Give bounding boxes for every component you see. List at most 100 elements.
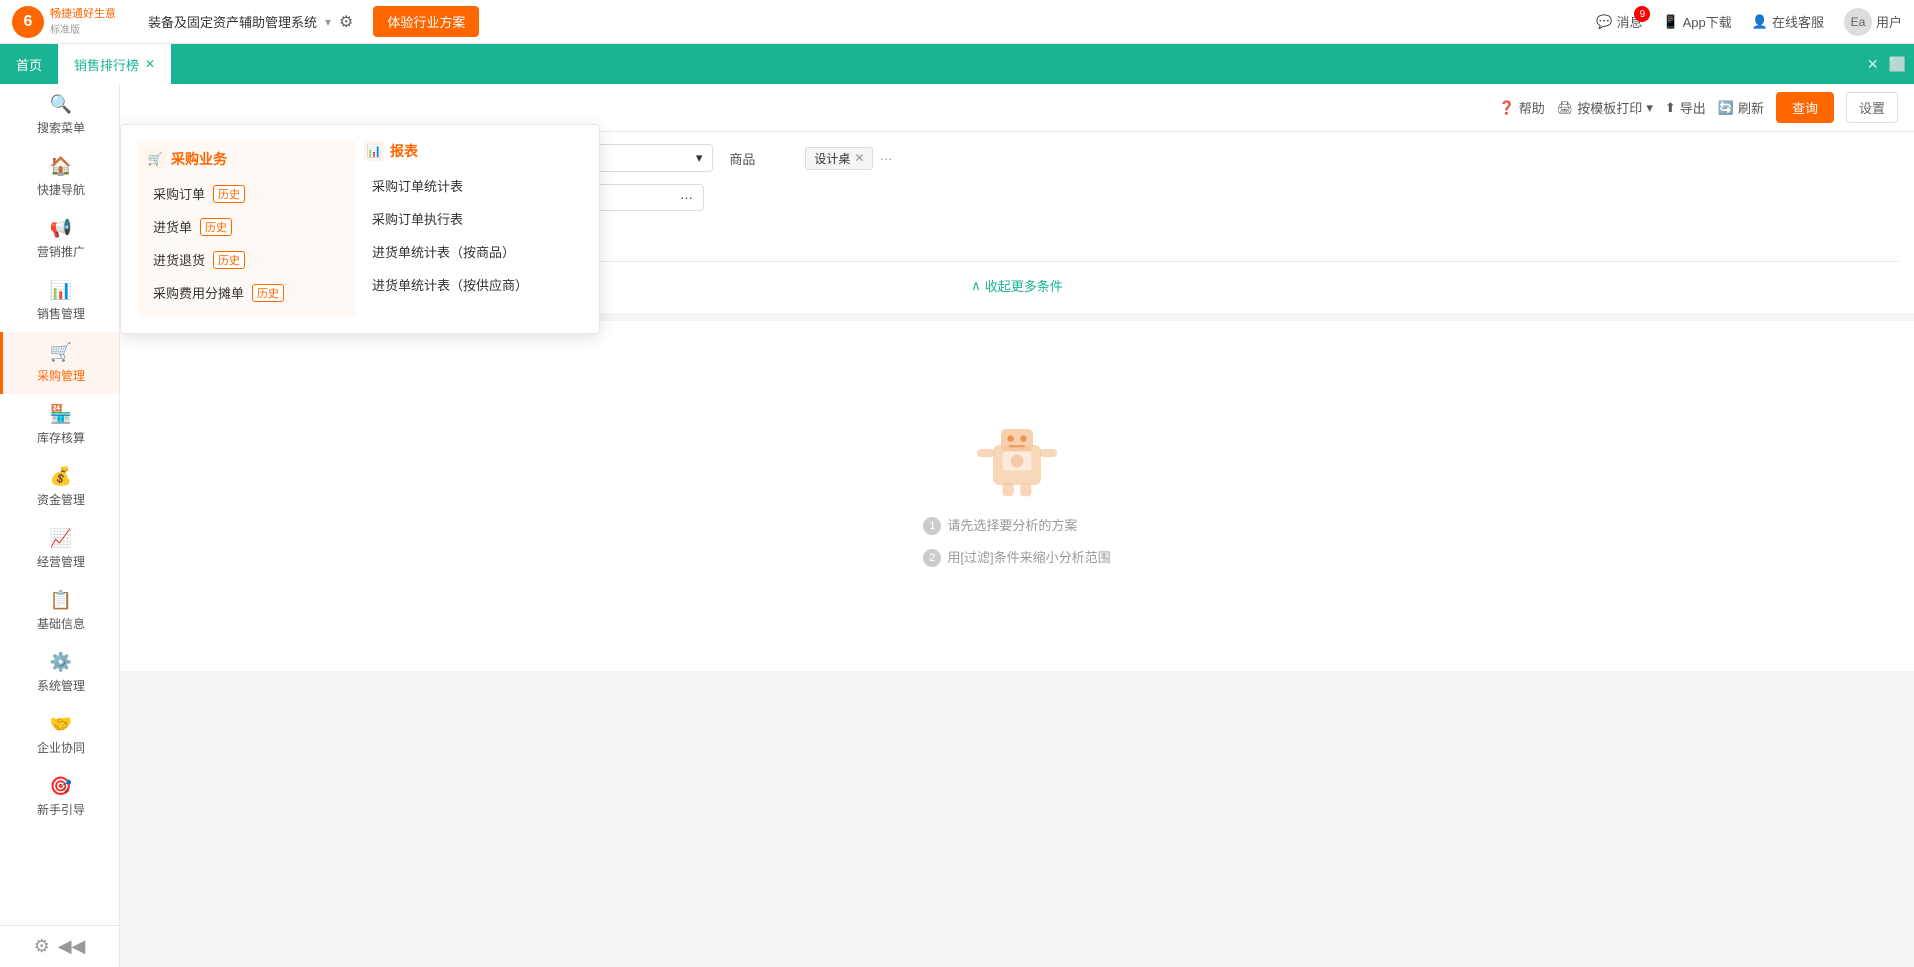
export-label: 导出	[1680, 98, 1706, 117]
help-label: 帮助	[1519, 98, 1545, 117]
notification-item[interactable]: 💬 消息 9	[1596, 12, 1642, 31]
tab-home-label: 首页	[16, 55, 42, 74]
menu-inbound-supplier-report-label: 进货单统计表（按供应商）	[372, 275, 528, 294]
sidebar-item-finance[interactable]: 💰 资金管理	[0, 456, 119, 518]
menu-item-inbound-supplier-report[interactable]: 进货单统计表（按供应商）	[364, 268, 583, 301]
sidebar-finance-label: 资金管理	[37, 491, 85, 508]
refresh-button[interactable]: 🔄 刷新	[1718, 98, 1764, 117]
sidebar-item-purchase[interactable]: 🛒 采购管理	[0, 332, 119, 394]
logo-text-area: 畅捷通好生意 标准版	[50, 7, 116, 36]
settings-button[interactable]: 设置	[1846, 92, 1898, 123]
product-filter-more[interactable]: ···	[879, 151, 892, 166]
sidebar-item-collab[interactable]: 🤝 企业协同	[0, 704, 119, 766]
sidebar-item-system[interactable]: ⚙️ 系统管理	[0, 642, 119, 704]
salesperson-filter-arrow: ···	[680, 190, 693, 205]
product-tag-value: 设计桌	[814, 150, 850, 167]
sidebar-item-search[interactable]: 🔍 搜索菜单	[0, 84, 119, 146]
menu-item-inbound[interactable]: 进货单 历史	[145, 210, 348, 243]
online-service-item[interactable]: 👤 在线客服	[1752, 12, 1824, 31]
sidebar-item-marketing[interactable]: 📢 营销推广	[0, 208, 119, 270]
purchase-section-label: 采购业务	[171, 149, 227, 169]
tab-sales-rank[interactable]: 销售排行榜 ✕	[58, 44, 171, 84]
export-button[interactable]: ⬆ 导出	[1665, 98, 1706, 117]
menu-item-purchase-order[interactable]: 采购订单 历史	[145, 177, 348, 210]
menu-item-purchase-cost[interactable]: 采购费用分摊单 历史	[145, 276, 348, 309]
tab-bar: 首页 销售排行榜 ✕ ✕ ⬜	[0, 44, 1914, 84]
system-settings-icon[interactable]: ⚙	[339, 12, 353, 32]
menu-purchase-order-history: 历史	[213, 185, 245, 203]
sidebar-item-sales[interactable]: 📊 销售管理	[0, 270, 119, 332]
export-icon: ⬆	[1665, 100, 1676, 116]
menu-item-purchase-order-exec[interactable]: 采购订单执行表	[364, 202, 583, 235]
sidebar-guide-label: 新手引导	[37, 801, 85, 818]
product-filter-tag: 设计桌 ✕	[805, 147, 873, 170]
collapse-up-icon: ∧	[971, 278, 981, 294]
sidebar-collapse-icon[interactable]: ◀◀	[58, 936, 86, 957]
logo-area: 6 畅捷通好生意 标准版	[12, 6, 132, 38]
basic-icon: 📋	[50, 590, 72, 611]
home-icon: 🏠	[50, 156, 72, 177]
sidebar-collab-label: 企业协同	[37, 739, 85, 756]
report-section: 📊 报表 采购订单统计表 采购订单执行表 进货单统计表（按商品） 进货单统计表（…	[364, 141, 583, 317]
refresh-label: 刷新	[1738, 98, 1764, 117]
report-section-label: 报表	[390, 141, 418, 161]
sidebar-item-operations[interactable]: 📈 经营管理	[0, 518, 119, 580]
collapse-text: 收起更多条件	[985, 276, 1063, 295]
sidebar-nav-label: 快捷导航	[37, 181, 85, 198]
query-button[interactable]: 查询	[1776, 92, 1834, 123]
user-item[interactable]: Ea 用户	[1844, 8, 1902, 36]
service-icon: 👤	[1752, 14, 1768, 30]
empty-illustration	[967, 421, 1067, 501]
menu-item-inbound-product-report[interactable]: 进货单统计表（按商品）	[364, 235, 583, 268]
app-download-item[interactable]: 📱 App下载	[1662, 12, 1731, 31]
sidebar-item-nav[interactable]: 🏠 快捷导航	[0, 146, 119, 208]
tab-sales-rank-close[interactable]: ✕	[145, 57, 155, 71]
print-dropdown-icon[interactable]: ▾	[1646, 100, 1653, 116]
empty-hint-1: 1 请先选择要分析的方案 2 用[过滤]条件来缩小分析范围	[923, 513, 1110, 571]
marketing-icon: 📢	[50, 218, 72, 239]
system-title-area: 装备及固定资产辅助管理系统 ▾ ⚙ 体验行业方案	[148, 6, 1596, 37]
notification-icon: 💬	[1596, 14, 1612, 30]
sidebar-item-inventory[interactable]: 🏪 库存核算	[0, 394, 119, 456]
logo-title: 畅捷通好生意	[50, 7, 116, 21]
system-title: 装备及固定资产辅助管理系统	[148, 12, 317, 31]
user-avatar: Ea	[1844, 8, 1872, 36]
menu-purchase-order-report-label: 采购订单统计表	[372, 176, 463, 195]
sidebar-settings-icon[interactable]: ⚙	[34, 936, 50, 957]
tab-home[interactable]: 首页	[0, 44, 58, 84]
report-section-icon: 📊	[364, 141, 384, 161]
system-icon: ⚙️	[50, 652, 72, 673]
online-service-label: 在线客服	[1772, 12, 1824, 31]
app-icon: 📱	[1662, 14, 1678, 30]
logo-icon: 6	[12, 6, 44, 38]
sidebar-marketing-label: 营销推广	[37, 243, 85, 260]
sidebar-bottom: ⚙ ◀◀	[0, 925, 119, 967]
help-icon: ❓	[1499, 100, 1515, 116]
menu-purchase-cost-label: 采购费用分摊单	[153, 283, 244, 302]
tab-window-controls: ✕ ⬜	[1867, 56, 1914, 73]
search-icon: 🔍	[50, 94, 72, 115]
menu-inbound-product-report-label: 进货单统计表（按商品）	[372, 242, 515, 261]
print-button[interactable]: 🖨 按模板打印 ▾	[1557, 98, 1653, 117]
app-download-label: App下载	[1683, 12, 1732, 31]
finance-icon: 💰	[50, 466, 72, 487]
system-title-dropdown-icon[interactable]: ▾	[325, 15, 331, 29]
sidebar-item-basic[interactable]: 📋 基础信息	[0, 580, 119, 642]
industry-button[interactable]: 体验行业方案	[373, 6, 479, 37]
help-button[interactable]: ❓ 帮助	[1499, 98, 1545, 117]
sidebar-item-guide[interactable]: 🎯 新手引导	[0, 766, 119, 828]
tab-close-btn[interactable]: ✕	[1867, 56, 1879, 73]
collab-icon: 🤝	[50, 714, 72, 735]
status-filter-arrow: ▾	[696, 150, 703, 166]
guide-icon: 🎯	[50, 776, 72, 797]
operations-icon: 📈	[50, 528, 72, 549]
sidebar-inventory-label: 库存核算	[37, 429, 85, 446]
tab-maximize-btn[interactable]: ⬜	[1889, 56, 1906, 73]
empty-state: 1 请先选择要分析的方案 2 用[过滤]条件来缩小分析范围	[120, 341, 1914, 651]
menu-inbound-label: 进货单	[153, 217, 192, 236]
top-header: 6 畅捷通好生意 标准版 装备及固定资产辅助管理系统 ▾ ⚙ 体验行业方案 💬 …	[0, 0, 1914, 44]
menu-item-return[interactable]: 进货退货 历史	[145, 243, 348, 276]
product-tag-close[interactable]: ✕	[854, 151, 864, 165]
menu-item-purchase-order-report[interactable]: 采购订单统计表	[364, 169, 583, 202]
header-right: 💬 消息 9 📱 App下载 👤 在线客服 Ea 用户	[1596, 8, 1902, 36]
